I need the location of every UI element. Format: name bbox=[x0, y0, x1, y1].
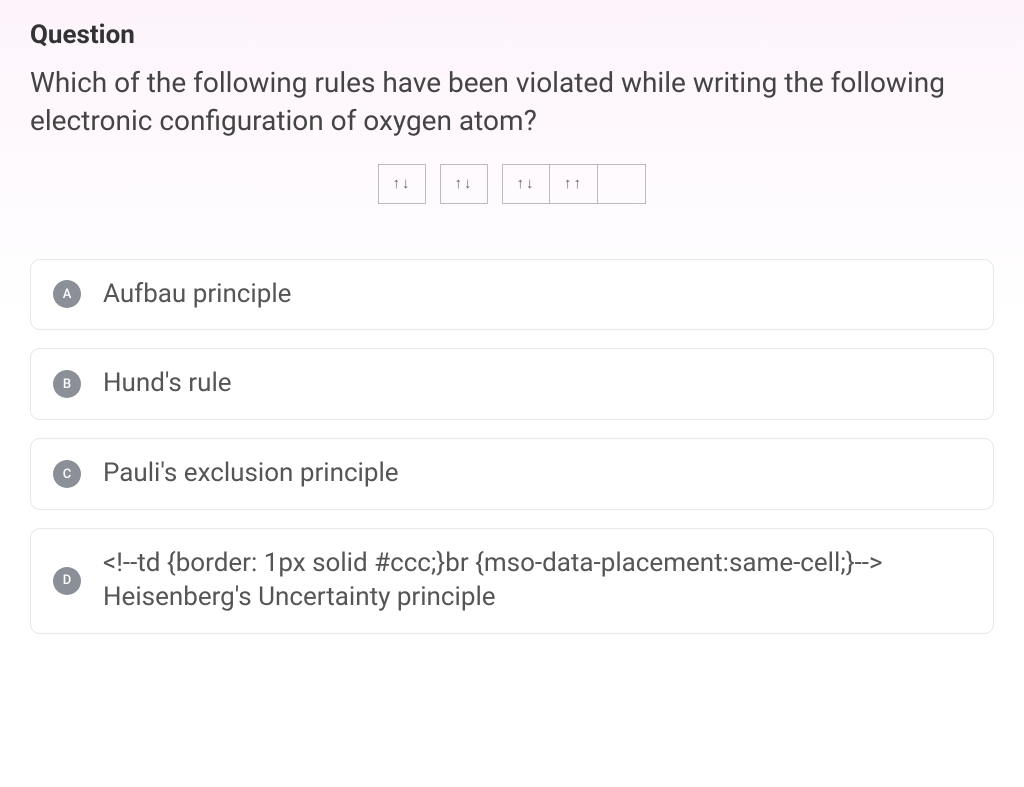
option-letter-badge: D bbox=[53, 567, 81, 595]
orbital-1s: ↑↓ bbox=[378, 164, 426, 204]
option-b[interactable]: B Hund's rule bbox=[30, 348, 994, 420]
option-d[interactable]: D <!--td {border: 1px solid #ccc;}br {ms… bbox=[30, 528, 994, 634]
orbital-box: ↑↓ bbox=[378, 164, 426, 204]
orbital-box: ↑↑ bbox=[550, 164, 598, 204]
question-heading: Question bbox=[30, 20, 994, 50]
option-text: Pauli's exclusion principle bbox=[103, 457, 399, 491]
option-letter-badge: C bbox=[53, 460, 81, 488]
option-text: <!--td {border: 1px solid #ccc;}br {mso-… bbox=[103, 547, 971, 615]
orbital-box bbox=[598, 164, 646, 204]
option-c[interactable]: C Pauli's exclusion principle bbox=[30, 438, 994, 510]
orbital-2p: ↑↓ ↑↑ bbox=[502, 164, 646, 204]
option-a[interactable]: A Aufbau principle bbox=[30, 259, 994, 331]
option-letter-badge: A bbox=[53, 280, 81, 308]
options-list: A Aufbau principle B Hund's rule C Pauli… bbox=[30, 259, 994, 634]
orbital-box: ↑↓ bbox=[502, 164, 550, 204]
orbital-diagram: ↑↓ ↑↓ ↑↓ ↑↑ bbox=[30, 164, 994, 204]
option-text: Aufbau principle bbox=[103, 278, 291, 312]
orbital-box: ↑↓ bbox=[440, 164, 488, 204]
option-letter-badge: B bbox=[53, 370, 81, 398]
question-text: Which of the following rules have been v… bbox=[30, 64, 994, 140]
option-text: Hund's rule bbox=[103, 367, 232, 401]
orbital-2s: ↑↓ bbox=[440, 164, 488, 204]
